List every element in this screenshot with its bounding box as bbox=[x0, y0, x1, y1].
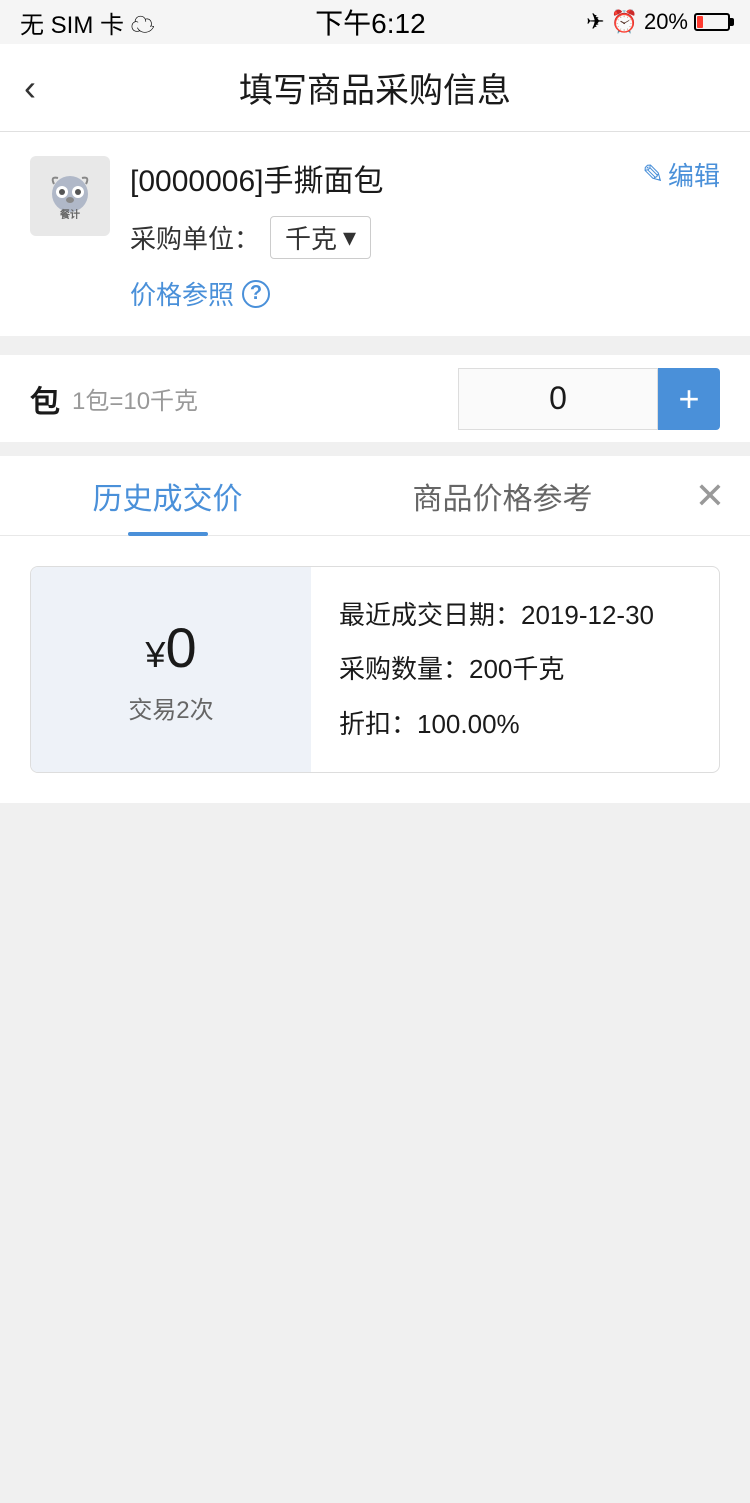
main-content bbox=[0, 803, 750, 1503]
battery-percent: 20% bbox=[644, 9, 688, 35]
tab-section: 历史成交价 商品价格参考 ✕ ¥0 交易2次 最近成交日期：2019-12-30 bbox=[0, 456, 750, 803]
quantity-unit-desc: 1包=10千克 bbox=[72, 381, 198, 416]
product-name: [0000006]手撕面包 bbox=[130, 156, 383, 200]
price-transactions: 交易2次 bbox=[128, 690, 213, 725]
price-card-left: ¥0 交易2次 bbox=[31, 567, 311, 772]
sim-status: 无 SIM 卡 ☁ bbox=[20, 5, 155, 40]
status-time: 下午6:12 bbox=[315, 2, 426, 42]
owl-logo-icon: 餐计 bbox=[40, 166, 100, 226]
quantity-controls: 0 + bbox=[458, 368, 720, 430]
status-right: ✈ ⏰ 20% bbox=[586, 9, 730, 35]
tab-close-button[interactable]: ✕ bbox=[670, 456, 750, 536]
recent-date-value: 2019-12-30 bbox=[521, 600, 654, 630]
battery-icon bbox=[694, 13, 730, 31]
edit-icon: ✎ bbox=[642, 159, 664, 190]
quantity-section: 包 1包=10千克 0 + bbox=[0, 354, 750, 442]
quantity-label: 包 1包=10千克 bbox=[30, 377, 198, 421]
product-header: 餐计 [0000006]手撕面包 采购单位： 千克 ▾ 价格参照 ? bbox=[30, 156, 720, 312]
unit-select-dropdown[interactable]: 千克 ▾ bbox=[270, 216, 371, 259]
tab-history-price-label: 历史成交价 bbox=[93, 474, 243, 518]
quantity-plus-button[interactable]: + bbox=[658, 368, 720, 430]
quantity-input[interactable]: 0 bbox=[458, 368, 658, 430]
product-left: 餐计 [0000006]手撕面包 采购单位： 千克 ▾ 价格参照 ? bbox=[30, 156, 383, 312]
discount-label: 折扣： bbox=[339, 709, 417, 739]
status-bar: 无 SIM 卡 ☁ 下午6:12 ✈ ⏰ 20% bbox=[0, 0, 750, 44]
purchase-qty-label: 采购数量： bbox=[339, 654, 469, 684]
svg-text:餐计: 餐计 bbox=[59, 208, 80, 221]
recent-date-row: 最近成交日期：2019-12-30 bbox=[339, 597, 691, 633]
tab-product-price-ref[interactable]: 商品价格参考 bbox=[335, 456, 670, 536]
nav-bar: ‹ 填写商品采购信息 bbox=[0, 44, 750, 132]
dropdown-arrow-icon: ▾ bbox=[343, 222, 356, 253]
price-number: 0 bbox=[165, 616, 196, 679]
back-button[interactable]: ‹ bbox=[24, 67, 36, 109]
purchase-qty-value: 200千克 bbox=[469, 654, 564, 684]
alarm-icon: ⏰ bbox=[611, 9, 638, 35]
tab-bar: 历史成交价 商品价格参考 ✕ bbox=[0, 456, 750, 536]
location-icon: ✈ bbox=[586, 9, 604, 35]
page-title: 填写商品采购信息 bbox=[239, 63, 511, 112]
price-card-right: 最近成交日期：2019-12-30 采购数量：200千克 折扣：100.00% bbox=[311, 567, 719, 772]
purchase-qty-row: 采购数量：200千克 bbox=[339, 651, 691, 687]
recent-date-label: 最近成交日期： bbox=[339, 600, 521, 630]
price-display: ¥0 bbox=[145, 615, 196, 680]
edit-label: 编辑 bbox=[668, 156, 720, 193]
product-thumbnail: 餐计 bbox=[30, 156, 110, 236]
price-ref-row: 价格参照 ? bbox=[130, 275, 383, 312]
tab-history-price[interactable]: 历史成交价 bbox=[0, 456, 335, 536]
discount-value: 100.00% bbox=[417, 709, 520, 739]
edit-link[interactable]: ✎ 编辑 bbox=[642, 156, 720, 193]
price-yen-symbol: ¥ bbox=[145, 634, 165, 675]
product-unit-row: 采购单位： 千克 ▾ bbox=[130, 216, 383, 259]
purchase-unit-label: 采购单位： bbox=[130, 219, 260, 256]
tab-active-underline bbox=[128, 532, 208, 536]
product-info: [0000006]手撕面包 采购单位： 千克 ▾ 价格参照 ? bbox=[130, 156, 383, 312]
unit-value: 千克 bbox=[285, 219, 337, 256]
price-card: ¥0 交易2次 最近成交日期：2019-12-30 采购数量：200千克 折扣：… bbox=[30, 566, 720, 773]
discount-row: 折扣：100.00% bbox=[339, 706, 691, 742]
history-content: ¥0 交易2次 最近成交日期：2019-12-30 采购数量：200千克 折扣：… bbox=[0, 536, 750, 803]
product-section: 餐计 [0000006]手撕面包 采购单位： 千克 ▾ 价格参照 ? bbox=[0, 132, 750, 336]
help-icon[interactable]: ? bbox=[242, 280, 270, 308]
tab-product-price-ref-label: 商品价格参考 bbox=[413, 474, 593, 518]
quantity-unit-name: 包 bbox=[30, 377, 60, 421]
price-ref-link[interactable]: 价格参照 bbox=[130, 275, 234, 312]
section-divider bbox=[0, 336, 750, 352]
status-left: 无 SIM 卡 ☁ bbox=[20, 5, 155, 40]
